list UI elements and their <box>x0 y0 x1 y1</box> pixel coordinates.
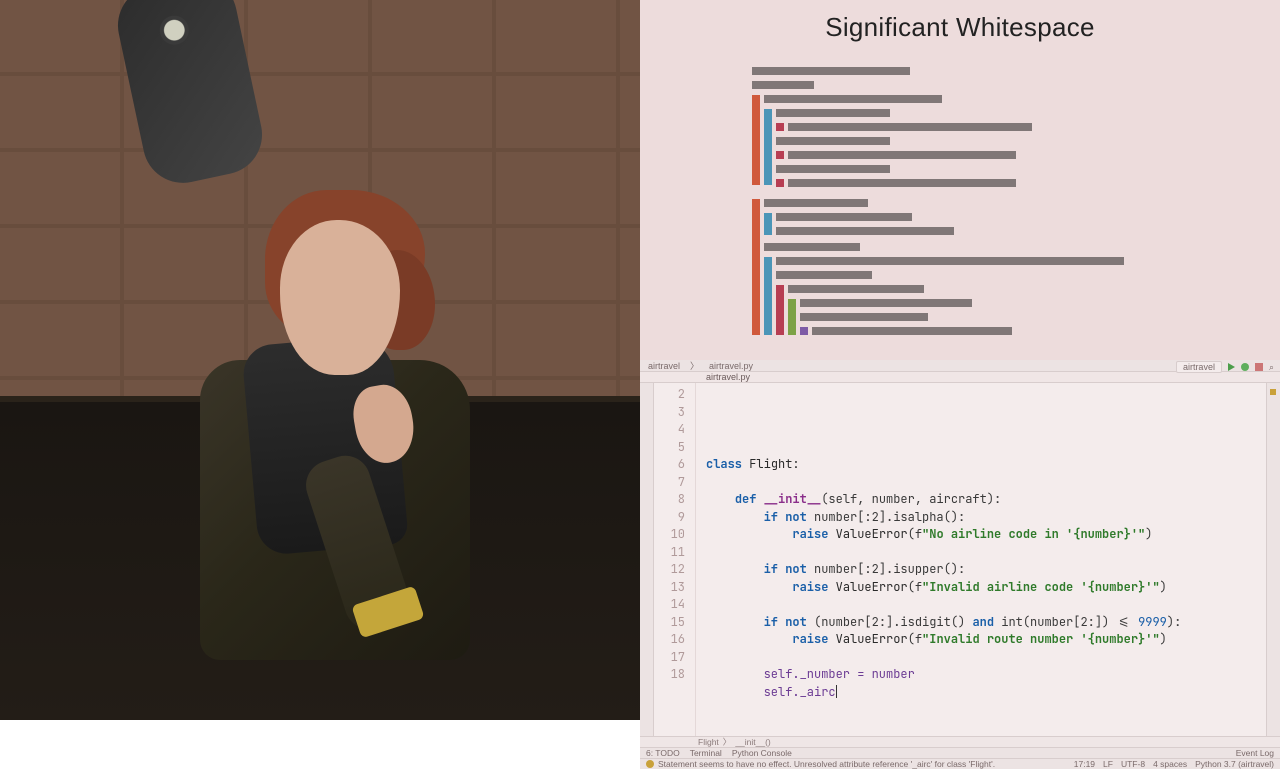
presentation-slide: Significant Whitespace <box>640 0 1280 360</box>
current-file-breadcrumb[interactable]: airtravel.py <box>709 361 753 371</box>
stop-icon[interactable] <box>1255 363 1263 371</box>
ide-nav-bar: airtravel 〉 airtravel.py airtravel ⌕ <box>640 360 1280 372</box>
python-console-tool-button[interactable]: Python Console <box>732 748 792 758</box>
bottom-tool-bar: 6: TODO Terminal Python Console Event Lo… <box>640 747 1280 758</box>
slide-title: Significant Whitespace <box>825 12 1095 43</box>
event-log-button[interactable]: Event Log <box>1236 748 1274 758</box>
editor-tab-bar: airtravel.py <box>640 372 1280 383</box>
status-warning[interactable]: Statement seems to have no effect. Unres… <box>646 759 995 769</box>
todo-tool-button[interactable]: 6: TODO <box>646 748 680 758</box>
presenter-video <box>0 0 640 720</box>
line-number-gutter: 23456789101112131415161718 <box>654 383 696 736</box>
line-ending[interactable]: LF <box>1103 759 1113 769</box>
editor-tab-airtravel[interactable]: airtravel.py <box>698 372 758 382</box>
editor-breadcrumbs[interactable]: Flight〉__init__() <box>640 736 1280 747</box>
indent-setting[interactable]: 4 spaces <box>1153 759 1187 769</box>
pycharm-ide: airtravel 〉 airtravel.py airtravel ⌕ air… <box>640 360 1280 720</box>
run-config-selector[interactable]: airtravel <box>1176 361 1222 373</box>
right-tool-rail[interactable] <box>1266 383 1280 736</box>
presenter-figure <box>160 160 500 680</box>
python-interpreter[interactable]: Python 3.7 (airtravel) <box>1195 759 1274 769</box>
whitespace-diagram <box>750 67 1170 339</box>
project-root-breadcrumb[interactable]: airtravel <box>648 361 680 371</box>
run-icon[interactable] <box>1228 363 1235 371</box>
file-encoding[interactable]: UTF-8 <box>1121 759 1145 769</box>
terminal-tool-button[interactable]: Terminal <box>690 748 722 758</box>
left-tool-rail[interactable] <box>640 383 654 736</box>
text-caret <box>836 685 837 698</box>
warning-icon <box>646 760 654 768</box>
search-icon[interactable]: ⌕ <box>1269 362 1274 373</box>
cursor-position[interactable]: 17:19 <box>1074 759 1095 769</box>
debug-icon[interactable] <box>1241 363 1249 371</box>
screen-share: Significant Whitespace <box>640 0 1280 720</box>
code-editor[interactable]: class Flight: def __init__(self, number,… <box>696 383 1266 736</box>
status-bar: Statement seems to have no effect. Unres… <box>640 758 1280 769</box>
